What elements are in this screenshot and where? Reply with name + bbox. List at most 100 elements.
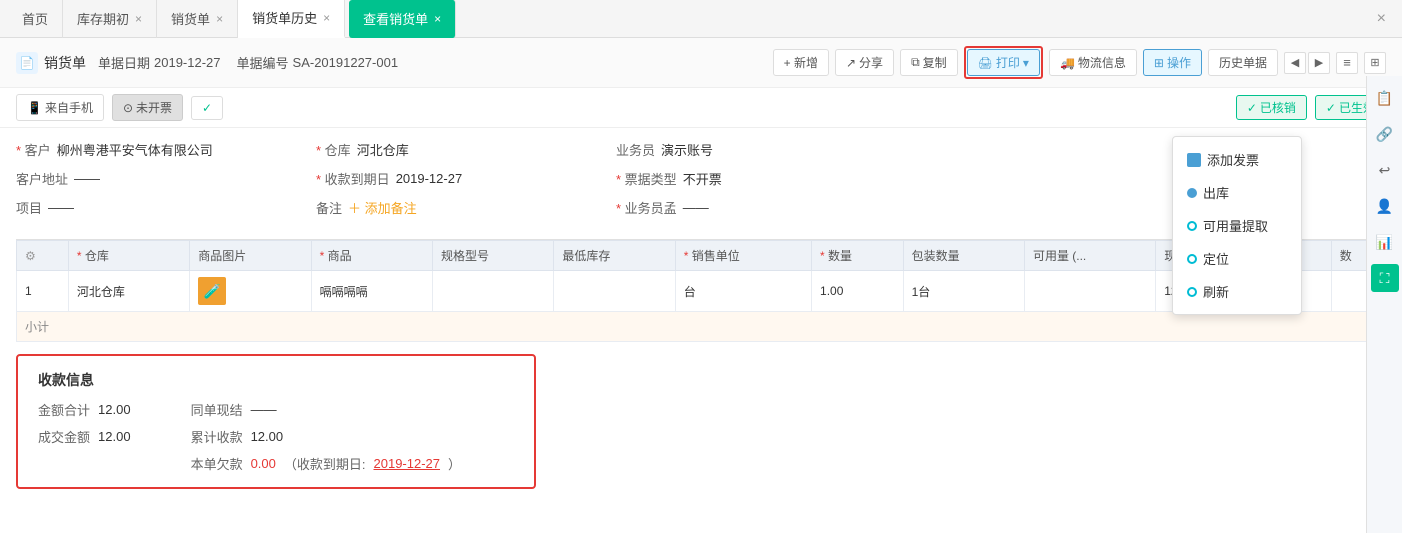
tab-sale[interactable]: 销货单 ×: [157, 0, 238, 38]
history-button[interactable]: 历史单据: [1208, 49, 1278, 76]
operation-button[interactable]: ⊞ 操作: [1143, 49, 1202, 76]
main-content: 📄 销货单 单据日期 2019-12-27 单据编号 SA-20191227-0…: [0, 38, 1402, 533]
not-open-button[interactable]: ⊙ 未开票: [112, 94, 183, 121]
invoice-icon: [1187, 153, 1201, 167]
sold-badge[interactable]: ✓ 已核销: [1236, 95, 1307, 120]
share-icon: ↗: [846, 56, 856, 70]
payment-date-field: 收款到期日 2019-12-27: [316, 169, 576, 188]
payment-date-label: 收款到期日: [316, 169, 390, 188]
grid-view-button[interactable]: ⊞: [1364, 52, 1386, 74]
col-settings[interactable]: ⚙: [17, 241, 69, 271]
dropdown-outbound[interactable]: 出库: [1173, 176, 1301, 209]
row-warehouse: 河北仓库: [68, 271, 189, 312]
payment-col-right: 同单现结 —— 累计收款 12.00 本单欠款 0.00 （收款到期日: 201…: [191, 400, 461, 473]
owe-date[interactable]: 2019-12-27: [374, 456, 441, 471]
col-image: 商品图片: [190, 241, 311, 271]
payment-rows: 金额合计 12.00 成交金额 12.00 同单现结 —— 累计收款: [38, 400, 514, 473]
prev-button[interactable]: ◀: [1284, 52, 1306, 74]
dropdown-add-invoice[interactable]: 添加发票: [1173, 143, 1301, 176]
sidebar-icon-refresh[interactable]: ↩: [1371, 156, 1399, 184]
col-min-stock: 最低库存: [554, 241, 675, 271]
warehouse-label: 仓库: [316, 140, 351, 159]
tab-inventory-close[interactable]: ×: [135, 12, 142, 26]
subtotal-row: 小计: [17, 312, 1386, 342]
sidebar-icon-clipboard[interactable]: 📋: [1371, 84, 1399, 112]
col-product: 商品: [311, 241, 432, 271]
deal-amount-value: 12.00: [98, 429, 131, 444]
tab-bar: 首页 库存期初 × 销货单 × 销货单历史 × 查看销货单 × ×: [0, 0, 1402, 38]
tab-home[interactable]: 首页: [8, 0, 63, 38]
tab-sale-close[interactable]: ×: [216, 12, 223, 26]
sidebar-icon-chart[interactable]: 📊: [1371, 228, 1399, 256]
doc-type-label: 销货单: [44, 53, 86, 73]
salesperson2-value: ——: [683, 200, 709, 215]
deal-amount-item: 成交金额 12.00: [38, 427, 131, 446]
print-highlight-box: 🖨 打印 ▾: [964, 46, 1043, 79]
transaction-item: 同单现结 ——: [191, 400, 461, 419]
amount-total-item: 金额合计 12.00: [38, 400, 131, 419]
right-sidebar: 📋 🔗 ↩ 👤 📊 ⛶: [1366, 76, 1402, 533]
sold-check-icon: ✓: [1247, 101, 1257, 115]
row-pkg-qty: 1台: [903, 271, 1024, 312]
locate-icon: [1187, 254, 1197, 264]
tab-view-sale[interactable]: 查看销货单 ×: [349, 0, 456, 38]
list-view-button[interactable]: ≡: [1336, 52, 1358, 74]
operation-dropdown: 添加发票 出库 可用量提取 定位 刷新: [1172, 136, 1302, 315]
tab-inventory[interactable]: 库存期初 ×: [63, 0, 157, 38]
salesperson2-field: 业务员孟 ——: [616, 198, 876, 217]
salesperson2-label: 业务员孟: [616, 198, 677, 217]
bill-type-label: 票据类型: [616, 169, 677, 188]
confirm-button[interactable]: ✓: [191, 96, 223, 120]
share-button[interactable]: ↗ 分享: [835, 49, 894, 76]
sidebar-icon-link[interactable]: 🔗: [1371, 120, 1399, 148]
print-dropdown-icon: ▾: [1023, 56, 1029, 70]
salesperson-field: 业务员 演示账号: [616, 140, 876, 159]
logistics-button[interactable]: 🚚 物流信息: [1049, 49, 1137, 76]
col-unit: 销售单位: [675, 241, 811, 271]
remark-label: 备注: [316, 198, 342, 217]
col-warehouse: 仓库: [68, 241, 189, 271]
payment-col-left: 金额合计 12.00 成交金额 12.00: [38, 400, 131, 473]
print-button[interactable]: 🖨 打印 ▾: [967, 49, 1040, 76]
available-icon: [1187, 221, 1197, 231]
transaction-value: ——: [251, 402, 277, 417]
sidebar-icon-expand[interactable]: ⛶: [1371, 264, 1399, 292]
copy-icon: ⧉: [911, 55, 920, 70]
bill-type-value: 不开票: [683, 169, 722, 188]
date-label: 单据日期: [98, 53, 150, 72]
doc-type-icon: 📄: [16, 52, 38, 74]
col-spec: 规格型号: [432, 241, 553, 271]
copy-button[interactable]: ⧉ 复制: [900, 49, 958, 76]
add-remark-button[interactable]: ＋ 添加备注: [348, 198, 417, 217]
warehouse-field: 仓库 河北仓库: [316, 140, 576, 159]
new-button[interactable]: + 新增: [773, 49, 829, 76]
toolbar: + 新增 ↗ 分享 ⧉ 复制 🖨 打印 ▾ 🚚: [773, 46, 1386, 79]
payment-box: 收款信息 金额合计 12.00 成交金额 12.00 同单现结 ——: [16, 354, 536, 489]
transaction-label: 同单现结: [191, 400, 243, 419]
sidebar-icon-user[interactable]: 👤: [1371, 192, 1399, 220]
mobile-button[interactable]: 📱 来自手机: [16, 94, 104, 121]
address-field: 客户地址 ——: [16, 169, 276, 188]
customer-field: 客户 柳州粤港平安气体有限公司: [16, 140, 276, 159]
customer-label: 客户: [16, 140, 51, 159]
payment-title: 收款信息: [38, 370, 514, 390]
row-unit: 台: [675, 271, 811, 312]
product-image: 🧪: [198, 277, 226, 305]
amount-total-label: 金额合计: [38, 400, 90, 419]
customer-value: 柳州粤港平安气体有限公司: [57, 140, 213, 159]
tab-sale-history-close[interactable]: ×: [323, 11, 330, 25]
cumulative-label: 累计收款: [191, 427, 243, 446]
row-qty: 1.00: [812, 271, 904, 312]
row-spec: [432, 271, 553, 312]
doc-title: 📄 销货单: [16, 52, 86, 74]
window-close-button[interactable]: ×: [1369, 10, 1394, 28]
next-button[interactable]: ▶: [1308, 52, 1330, 74]
dropdown-available-qty[interactable]: 可用量提取: [1173, 209, 1301, 242]
dropdown-refresh[interactable]: 刷新: [1173, 275, 1301, 308]
tab-view-sale-close[interactable]: ×: [434, 12, 441, 26]
tab-sale-history[interactable]: 销货单历史 ×: [238, 0, 345, 38]
dropdown-locate[interactable]: 定位: [1173, 242, 1301, 275]
check-icon: ✓: [202, 101, 212, 115]
settings-icon[interactable]: ⚙: [25, 249, 36, 263]
owe-note-suffix: ）: [448, 454, 461, 473]
